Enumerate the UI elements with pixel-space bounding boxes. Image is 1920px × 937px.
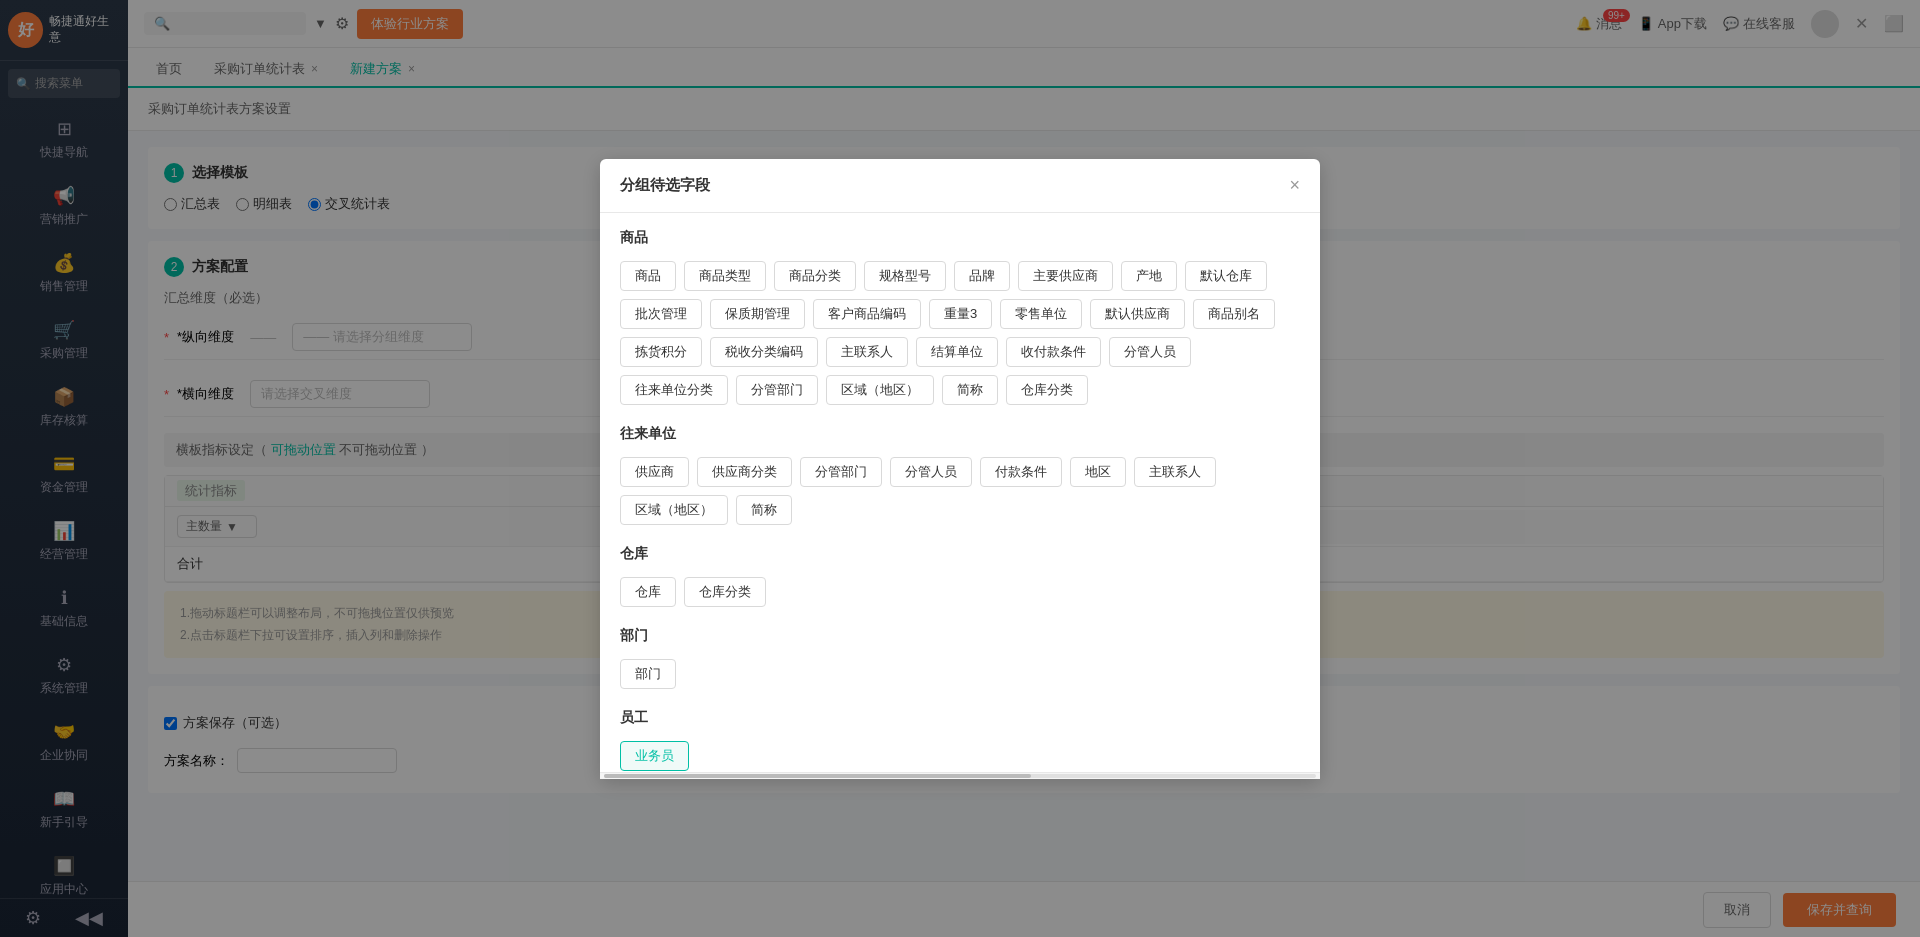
field-tag-warehouse[interactable]: 仓库 xyxy=(620,577,676,607)
field-tag-dept[interactable]: 分管部门 xyxy=(736,375,818,405)
field-tag-goods[interactable]: 商品 xyxy=(620,261,676,291)
field-tag-main-contact-partner[interactable]: 主联系人 xyxy=(1134,457,1216,487)
field-tag-area[interactable]: 地区 xyxy=(1070,457,1126,487)
section-title-goods: 商品 xyxy=(620,229,1300,251)
field-tag-shortname-goods[interactable]: 简称 xyxy=(942,375,998,405)
field-tag-default-supplier[interactable]: 默认供应商 xyxy=(1090,299,1185,329)
field-tag-goods-category[interactable]: 商品分类 xyxy=(774,261,856,291)
partner-field-tags: 供应商 供应商分类 分管部门 分管人员 付款条件 地区 主联系人 区域（地区） … xyxy=(620,457,1300,525)
modal-scrollbar-x[interactable] xyxy=(600,772,1320,778)
field-tag-manage-dept[interactable]: 分管部门 xyxy=(800,457,882,487)
field-tag-region-partner[interactable]: 区域（地区） xyxy=(620,495,728,525)
section-title-staff: 员工 xyxy=(620,709,1300,731)
scrollbar-thumb xyxy=(604,774,1031,778)
field-tag-supervisor[interactable]: 分管人员 xyxy=(1109,337,1191,367)
field-tag-weight3[interactable]: 重量3 xyxy=(929,299,992,329)
field-tag-payment-terms[interactable]: 收付款条件 xyxy=(1006,337,1101,367)
field-tag-payment-cond[interactable]: 付款条件 xyxy=(980,457,1062,487)
field-section-goods: 商品 商品 商品类型 商品分类 规格型号 品牌 主要供应商 产地 默认仓库 批次… xyxy=(620,229,1300,405)
modal-dialog: 分组待选字段 × 商品 商品 商品类型 商品分类 规格型号 品牌 主要供应商 产… xyxy=(600,159,1320,779)
field-tag-tax-code[interactable]: 税收分类编码 xyxy=(710,337,818,367)
modal-title: 分组待选字段 xyxy=(620,176,710,195)
warehouse-field-tags: 仓库 仓库分类 xyxy=(620,577,1300,607)
field-tag-quality-mgmt[interactable]: 保质期管理 xyxy=(710,299,805,329)
field-tag-partner-category[interactable]: 往来单位分类 xyxy=(620,375,728,405)
field-tag-manage-person[interactable]: 分管人员 xyxy=(890,457,972,487)
field-tag-brand[interactable]: 品牌 xyxy=(954,261,1010,291)
field-section-warehouse: 仓库 仓库 仓库分类 xyxy=(620,545,1300,607)
section-title-partner: 往来单位 xyxy=(620,425,1300,447)
field-tag-region-goods[interactable]: 区域（地区） xyxy=(826,375,934,405)
field-tag-main-supplier[interactable]: 主要供应商 xyxy=(1018,261,1113,291)
modal-overlay: 分组待选字段 × 商品 商品 商品类型 商品分类 规格型号 品牌 主要供应商 产… xyxy=(0,0,1920,937)
goods-field-tags: 商品 商品类型 商品分类 规格型号 品牌 主要供应商 产地 默认仓库 批次管理 … xyxy=(620,261,1300,405)
field-tag-settlement-unit[interactable]: 结算单位 xyxy=(916,337,998,367)
field-tag-main-contact[interactable]: 主联系人 xyxy=(826,337,908,367)
field-section-dept: 部门 部门 xyxy=(620,627,1300,689)
field-tag-pick-score[interactable]: 拣货积分 xyxy=(620,337,702,367)
section-title-warehouse: 仓库 xyxy=(620,545,1300,567)
field-tag-goods-type[interactable]: 商品类型 xyxy=(684,261,766,291)
field-tag-warehouse-cat[interactable]: 仓库分类 xyxy=(684,577,766,607)
field-tag-default-warehouse[interactable]: 默认仓库 xyxy=(1185,261,1267,291)
field-tag-supplier-category[interactable]: 供应商分类 xyxy=(697,457,792,487)
field-tag-goods-alias[interactable]: 商品别名 xyxy=(1193,299,1275,329)
field-tag-retail-unit[interactable]: 零售单位 xyxy=(1000,299,1082,329)
field-tag-origin[interactable]: 产地 xyxy=(1121,261,1177,291)
field-tag-spec-model[interactable]: 规格型号 xyxy=(864,261,946,291)
field-section-staff: 员工 业务员 xyxy=(620,709,1300,771)
field-tag-batch-mgmt[interactable]: 批次管理 xyxy=(620,299,702,329)
field-tag-department[interactable]: 部门 xyxy=(620,659,676,689)
field-tag-warehouse-category-goods[interactable]: 仓库分类 xyxy=(1006,375,1088,405)
field-tag-salesperson[interactable]: 业务员 xyxy=(620,741,689,771)
staff-field-tags: 业务员 xyxy=(620,741,1300,771)
scrollbar-track xyxy=(604,774,1316,778)
field-section-partner: 往来单位 供应商 供应商分类 分管部门 分管人员 付款条件 地区 主联系人 区域… xyxy=(620,425,1300,525)
modal-close-button[interactable]: × xyxy=(1289,175,1300,196)
section-title-dept: 部门 xyxy=(620,627,1300,649)
field-tag-shortname-partner[interactable]: 简称 xyxy=(736,495,792,525)
field-tag-supplier[interactable]: 供应商 xyxy=(620,457,689,487)
dept-field-tags: 部门 xyxy=(620,659,1300,689)
field-tag-customer-code[interactable]: 客户商品编码 xyxy=(813,299,921,329)
modal-header: 分组待选字段 × xyxy=(600,159,1320,213)
modal-body: 商品 商品 商品类型 商品分类 规格型号 品牌 主要供应商 产地 默认仓库 批次… xyxy=(600,213,1320,773)
